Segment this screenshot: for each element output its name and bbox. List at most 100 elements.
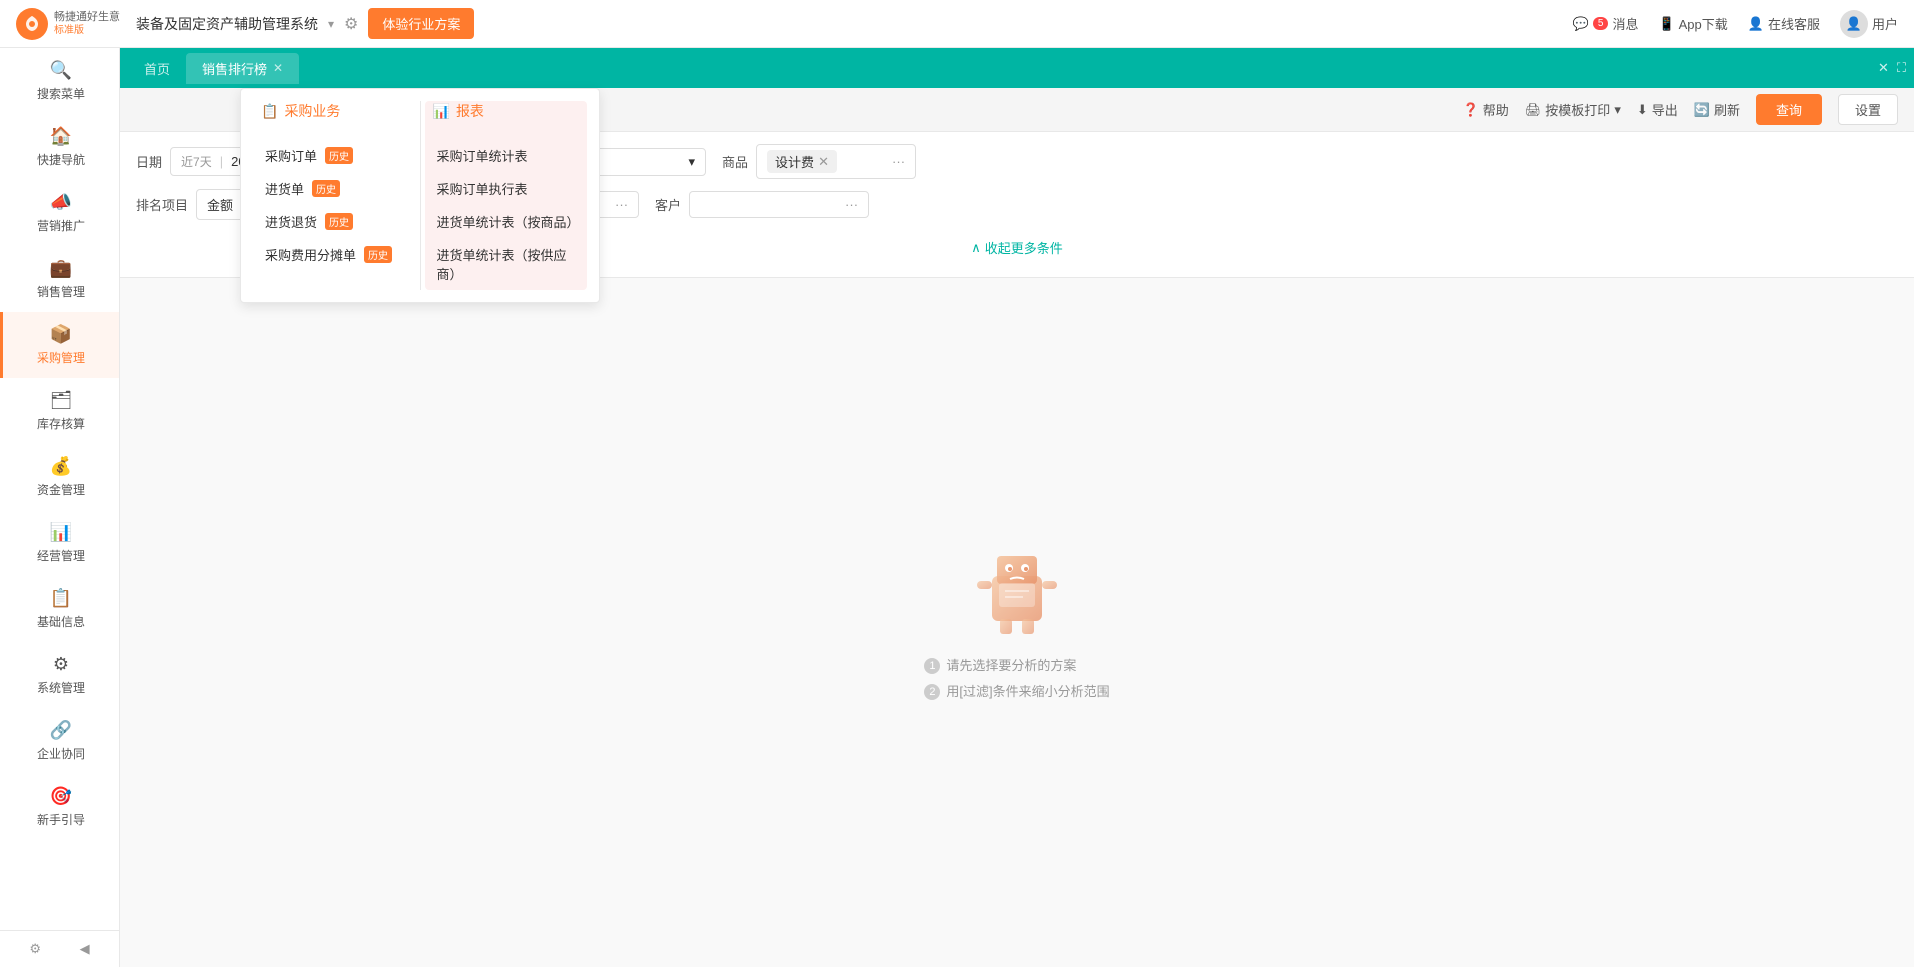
goods-tag-close[interactable]: ✕ [818, 154, 829, 170]
customer-label: 客户 [655, 195, 681, 214]
filter-customer: 客户 ··· [655, 191, 869, 218]
menu-item-purchase-return[interactable]: 进货退货 历史 [261, 205, 408, 238]
content-area: 首页 销售排行榜 ✕ ✕ ⛶ ❓ 帮助 🖨 按模板打印 ▾ ⬇ [120, 48, 1914, 967]
settings-icon[interactable]: ⚙ [344, 14, 358, 34]
filter-goods: 商品 设计费 ✕ ··· [722, 144, 916, 179]
help-btn[interactable]: ❓ 帮助 [1463, 100, 1509, 119]
logo-icon [16, 8, 48, 40]
help-icon: ❓ [1463, 102, 1479, 118]
guide-icon: 🎯 [50, 786, 72, 807]
salesman-ellipsis[interactable]: ··· [615, 197, 628, 212]
sidebar-item-purchase[interactable]: 📦 采购管理 [0, 312, 119, 378]
operation-icon: 📊 [50, 522, 72, 543]
print-btn[interactable]: 🖨 按模板打印 ▾ [1525, 100, 1621, 119]
system-dropdown-icon[interactable]: ▾ [328, 17, 334, 31]
tab-sales-rank[interactable]: 销售排行榜 ✕ [186, 53, 299, 84]
goods-tag: 设计费 ✕ [767, 150, 837, 173]
sales-icon: 💼 [50, 258, 72, 279]
service-icon: 👤 [1748, 16, 1764, 32]
sidebar-item-quick[interactable]: 🏠 快捷导航 [0, 114, 119, 180]
message-badge: 5 [1593, 17, 1609, 30]
main-layout: 🔍 搜索菜单 🏠 快捷导航 📣 营销推广 💼 销售管理 📦 采购管理 🗂 库存核… [0, 48, 1914, 967]
tab-expand-icon[interactable]: ⛶ [1897, 60, 1906, 76]
menu-item-purchase-inbound[interactable]: 进货单 历史 [261, 172, 408, 205]
sidebar-item-finance[interactable]: 💰 资金管理 [0, 444, 119, 510]
system-icon: ⚙ [53, 654, 69, 675]
message-icon: 💬 [1573, 16, 1589, 32]
menu-item-purchase-order[interactable]: 采购订单 历史 [261, 139, 408, 172]
menu-item-report-1[interactable]: 采购订单执行表 [433, 172, 580, 205]
menu-item-report-3[interactable]: 进货单统计表（按供应商） [433, 238, 580, 290]
sidebar-item-inventory[interactable]: 🗂 库存核算 [0, 378, 119, 444]
sidebar-item-enterprise[interactable]: 🔗 企业协同 [0, 708, 119, 774]
rank-label: 排名项目 [136, 195, 188, 214]
customer-select[interactable]: ··· [689, 191, 869, 218]
menu-item-purchase-cost[interactable]: 采购费用分摊单 历史 [261, 238, 408, 271]
sidebar-bottom: ⚙ ◀ [0, 930, 119, 967]
marketing-icon: 📣 [50, 192, 72, 213]
message-action[interactable]: 💬 5 消息 [1573, 14, 1639, 33]
header-center: 装备及固定资产辅助管理系统 ▾ ⚙ 体验行业方案 [136, 8, 1573, 39]
query-button[interactable]: 查询 [1756, 94, 1822, 125]
print-icon: 🖨 [1525, 102, 1542, 118]
sidebar-item-guide[interactable]: 🎯 新手引导 [0, 774, 119, 840]
refresh-btn[interactable]: 🔄 刷新 [1694, 100, 1740, 119]
sidebar-item-marketing[interactable]: 📣 营销推广 [0, 180, 119, 246]
header-right: 💬 5 消息 📱 App下载 👤 在线客服 👤 用户 [1573, 10, 1898, 38]
sidebar-item-system[interactable]: ⚙ 系统管理 [0, 642, 119, 708]
print-dropdown-icon[interactable]: ▾ [1614, 102, 1621, 118]
sidebar-item-base[interactable]: 📋 基础信息 [0, 576, 119, 642]
app-download-action[interactable]: 📱 App下载 [1658, 14, 1727, 33]
hist-badge-0: 历史 [325, 147, 353, 164]
hist-badge-2: 历史 [325, 213, 353, 230]
online-service-action[interactable]: 👤 在线客服 [1748, 14, 1820, 33]
tab-close-all-icon[interactable]: ✕ [1878, 60, 1889, 76]
menu-divider [420, 101, 421, 290]
menu-purchase-title: 📋 采购业务 [261, 101, 408, 129]
sidebar: 🔍 搜索菜单 🏠 快捷导航 📣 营销推广 💼 销售管理 📦 采购管理 🗂 库存核… [0, 48, 120, 967]
logo-area: 畅捷通好生意 标准版 [16, 8, 136, 40]
empty-illustration [967, 541, 1067, 641]
sidebar-item-sales[interactable]: 💼 销售管理 [0, 246, 119, 312]
refresh-icon: 🔄 [1694, 102, 1710, 118]
menu-report-title: 📊 报表 [433, 101, 580, 129]
tab-bar: 首页 销售排行榜 ✕ ✕ ⛶ [120, 48, 1914, 88]
date-label: 日期 [136, 152, 162, 171]
export-btn[interactable]: ⬇ 导出 [1637, 100, 1678, 119]
goods-select[interactable]: 设计费 ✕ ··· [756, 144, 916, 179]
industry-btn[interactable]: 体验行业方案 [368, 8, 474, 39]
empty-tip-1: 1 请先选择要分析的方案 [924, 653, 1109, 679]
empty-tip-2: 2 用[过滤]条件来缩小分析范围 [924, 679, 1109, 705]
customer-ellipsis[interactable]: ··· [845, 197, 858, 212]
sidebar-item-operation[interactable]: 📊 经营管理 [0, 510, 119, 576]
phone-icon: 📱 [1658, 16, 1674, 32]
home-icon: 🏠 [50, 126, 72, 147]
goods-ellipsis[interactable]: ··· [892, 154, 905, 169]
hist-badge-1: 历史 [312, 180, 340, 197]
logo-text: 畅捷通好生意 标准版 [54, 10, 120, 37]
enterprise-icon: 🔗 [50, 720, 72, 741]
purchase-icon: 📦 [50, 324, 72, 345]
menu-purchase-section: 📋 采购业务 采购订单 历史 进货单 历史 进货退货 历史 采购费用分摊单 [253, 101, 416, 290]
user-action[interactable]: 👤 用户 [1840, 10, 1898, 38]
tab-bar-right: ✕ ⛶ [1878, 60, 1906, 76]
menu-report-section: 📊 报表 采购订单统计表 采购订单执行表 进货单统计表（按商品） 进货单统计表（… [425, 101, 588, 290]
menu-item-report-0[interactable]: 采购订单统计表 [433, 139, 580, 172]
report-section-icon: 📊 [433, 103, 450, 120]
export-icon: ⬇ [1637, 102, 1648, 118]
sidebar-settings-icon[interactable]: ⚙ [29, 941, 41, 957]
empty-tips: 1 请先选择要分析的方案 2 用[过滤]条件来缩小分析范围 [924, 653, 1109, 705]
base-icon: 📋 [50, 588, 72, 609]
dropdown-menu: 📋 采购业务 采购订单 历史 进货单 历史 进货退货 历史 采购费用分摊单 [240, 88, 600, 303]
empty-state: 1 请先选择要分析的方案 2 用[过滤]条件来缩小分析范围 [924, 541, 1109, 705]
sidebar-collapse-icon[interactable]: ◀ [80, 941, 90, 957]
sidebar-item-search[interactable]: 🔍 搜索菜单 [0, 48, 119, 114]
tab-close-icon[interactable]: ✕ [273, 61, 283, 75]
tab-home[interactable]: 首页 [128, 53, 186, 84]
menu-item-report-2[interactable]: 进货单统计表（按商品） [433, 205, 580, 238]
purchase-section-icon: 📋 [261, 103, 278, 120]
collapse-icon: ∧ [971, 240, 981, 256]
top-header: 畅捷通好生意 标准版 装备及固定资产辅助管理系统 ▾ ⚙ 体验行业方案 💬 5 … [0, 0, 1914, 48]
settings-button[interactable]: 设置 [1838, 94, 1898, 125]
hist-badge-3: 历史 [364, 246, 392, 263]
